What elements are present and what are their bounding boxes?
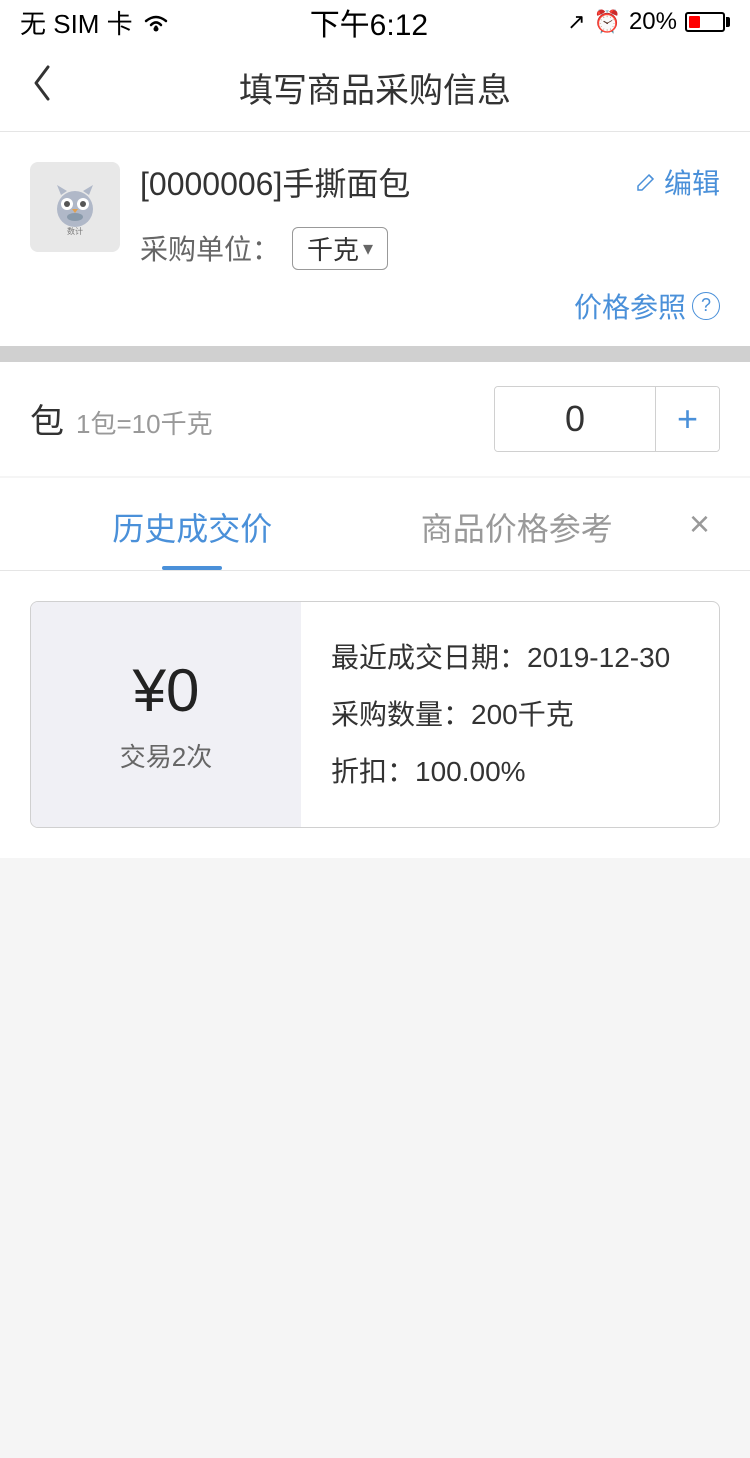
tabs-header: 历史成交价 商品价格参考 ×: [0, 478, 750, 571]
main-content: [0, 858, 750, 1458]
purchase-qty-row: 采购数量：200千克: [331, 695, 689, 734]
battery-percent: 20%: [629, 8, 677, 36]
product-section: 数计 [0000006]手撕面包 采购单位： 千克 ▾: [0, 132, 750, 346]
price-value: 0: [166, 657, 199, 724]
unit-value: 千克: [307, 230, 359, 267]
product-image: 数计: [45, 177, 105, 237]
section-divider: [0, 346, 750, 362]
tab-price-reference[interactable]: 商品价格参考: [354, 478, 678, 570]
alarm-icon: ⏰: [594, 9, 621, 35]
trade-count: 交易2次: [120, 737, 212, 774]
price-card: ¥0 交易2次 最近成交日期：2019-12-30 采购数量：200千克 折扣：…: [30, 601, 720, 829]
price-card-left: ¥0 交易2次: [31, 602, 301, 828]
status-bar: 无 SIM 卡 下午6:12 ↗ ⏰ 20%: [0, 0, 750, 44]
price-ref-button[interactable]: 价格参照 ?: [574, 286, 720, 326]
product-actions: 价格参照 ?: [30, 286, 720, 326]
quantity-input[interactable]: [495, 387, 655, 451]
recent-date-value: 2019-12-30: [527, 642, 670, 673]
time-display: 下午6:12: [310, 0, 428, 44]
quantity-conversion: 1包=10千克: [76, 404, 213, 441]
quantity-unit: 包: [30, 394, 64, 443]
unit-selector[interactable]: 千克 ▾: [292, 227, 388, 270]
price-ref-label: 价格参照: [574, 286, 686, 326]
price-card-right: 最近成交日期：2019-12-30 采购数量：200千克 折扣：100.00%: [301, 602, 719, 828]
unit-label: 采购单位：: [140, 228, 280, 268]
quantity-plus-button[interactable]: +: [655, 387, 719, 451]
tabs-section: 历史成交价 商品价格参考 × ¥0 交易2次 最近成交日期：2019-12-30: [0, 478, 750, 859]
wifi-icon: [141, 11, 171, 33]
edit-label: 编辑: [664, 162, 720, 202]
currency-symbol: ¥: [133, 657, 166, 724]
edit-icon: [634, 170, 658, 194]
carrier-text: 无 SIM 卡: [20, 4, 133, 41]
unit-dropdown-arrow: ▾: [363, 236, 373, 261]
recent-date-row: 最近成交日期：2019-12-30: [331, 638, 689, 677]
nav-bar: 填写商品采购信息: [0, 44, 750, 132]
product-info: [0000006]手撕面包 采购单位： 千克 ▾: [140, 162, 410, 270]
quantity-control: +: [494, 386, 720, 452]
location-icon: ↗: [567, 9, 585, 35]
discount-label: 折扣：: [331, 756, 415, 787]
edit-button[interactable]: 编辑: [634, 162, 720, 202]
plus-icon: +: [677, 398, 698, 440]
purchase-qty-value: 200千克: [471, 699, 574, 730]
price-panel: ¥0 交易2次 最近成交日期：2019-12-30 采购数量：200千克 折扣：…: [0, 571, 750, 859]
battery-icon: [685, 12, 730, 32]
quantity-label: 包 1包=10千克: [30, 394, 213, 443]
help-icon[interactable]: ?: [692, 292, 720, 320]
tab-close-button[interactable]: ×: [679, 483, 720, 565]
product-thumbnail: 数计: [30, 162, 120, 252]
recent-date-label: 最近成交日期：: [331, 642, 527, 673]
tab-history-price[interactable]: 历史成交价: [30, 478, 354, 570]
page-title: 填写商品采购信息: [239, 63, 511, 112]
discount-value: 100.00%: [415, 756, 526, 787]
svg-text:数计: 数计: [67, 226, 83, 236]
product-header: 数计 [0000006]手撕面包 采购单位： 千克 ▾: [30, 162, 720, 270]
product-name: [0000006]手撕面包: [140, 162, 410, 207]
purchase-unit-row: 采购单位： 千克 ▾: [140, 227, 410, 270]
back-button[interactable]: [20, 53, 64, 122]
price-amount: ¥0: [133, 656, 200, 725]
status-icons: ↗ ⏰ 20%: [567, 8, 730, 36]
discount-row: 折扣：100.00%: [331, 752, 689, 791]
product-left: 数计 [0000006]手撕面包 采购单位： 千克 ▾: [30, 162, 410, 270]
quantity-row: 包 1包=10千克 +: [0, 362, 750, 476]
carrier-info: 无 SIM 卡: [20, 4, 171, 41]
purchase-qty-label: 采购数量：: [331, 699, 471, 730]
